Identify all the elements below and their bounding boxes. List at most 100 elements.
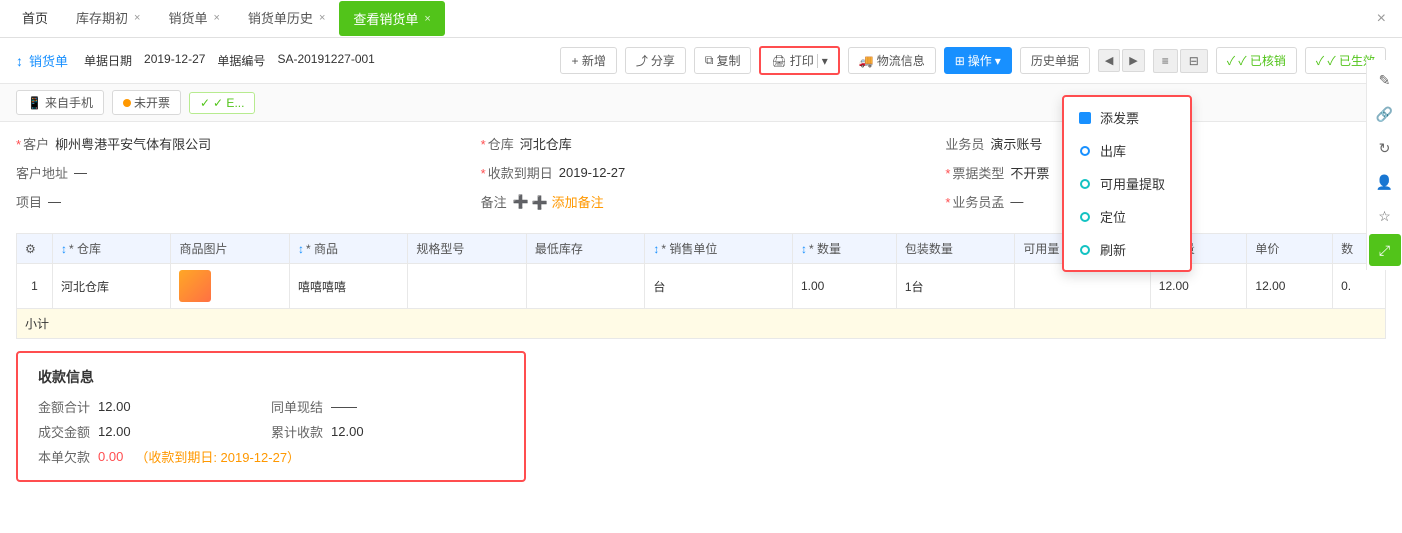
col-product: ↕* 商品	[289, 234, 407, 264]
tab-view-sales[interactable]: 查看销货单 ×	[339, 1, 444, 36]
row-spec	[408, 264, 526, 309]
col-unit: ↕* 销售单位	[645, 234, 793, 264]
note-field: 备注 ➕ ➕ 添加备注	[481, 192, 922, 211]
sidebar-person-icon[interactable]: 👤	[1369, 166, 1401, 198]
operate-dropdown-arrow[interactable]: ▾	[995, 54, 1001, 68]
sales-order-icon: ↕	[16, 53, 23, 69]
list-view-button[interactable]: ≡	[1153, 49, 1178, 73]
customer-field: *客户 柳州粤港平安气体有限公司	[16, 134, 457, 153]
tab-bar: 首页 库存期初 × 销货单 × 销货单历史 × 查看销货单 × ×	[0, 0, 1402, 38]
row-product-img	[171, 264, 289, 309]
close-sales-order[interactable]: ×	[213, 12, 219, 24]
transaction-amount-label: 成交金额	[38, 422, 90, 441]
dropdown-available-qty[interactable]: 可用量提取	[1064, 167, 1190, 200]
share-button[interactable]: ⤴ 分享	[625, 47, 686, 74]
sidebar-rotate-icon[interactable]: ↻	[1369, 132, 1401, 164]
warehouse-value: 河北仓库	[520, 134, 572, 153]
this-order-due-value: 0.00	[98, 449, 123, 464]
payment-rows: 金额合计 12.00 同单现结 —— 成交金额 12.00 累计收款 12.00…	[38, 397, 504, 466]
cumulative-payment-item: 累计收款 12.00	[271, 422, 504, 441]
customer-label: *客户	[16, 134, 49, 153]
doc-title-section: ↕ 销货单 单据日期 2019-12-27 单据编号 SA-20191227-0…	[16, 51, 560, 70]
number-label: 单据编号	[217, 52, 265, 69]
dropdown-refresh[interactable]: 刷新	[1064, 233, 1190, 266]
dropdown-add-invoice[interactable]: 添发票	[1064, 101, 1190, 134]
sidebar-link-icon[interactable]: 🔗	[1369, 98, 1401, 130]
row-unit-price: 12.00	[1247, 264, 1333, 309]
from-phone-button[interactable]: 📱 来自手机	[16, 90, 104, 115]
copy-button[interactable]: ⧉ 复制	[694, 47, 752, 74]
address-field: 客户地址 —	[16, 163, 457, 182]
operate-button[interactable]: ⊞ 操作 ▾	[944, 47, 1012, 74]
new-button[interactable]: + 新增	[560, 47, 616, 74]
grid-view-button[interactable]: ⊟	[1180, 49, 1208, 73]
refresh-icon	[1078, 243, 1092, 257]
locate-icon	[1078, 210, 1092, 224]
date-label: 单据日期	[84, 52, 132, 69]
sidebar-expand-icon[interactable]: ⤢	[1369, 234, 1401, 266]
print-dropdown-arrow[interactable]: ▾	[817, 54, 828, 68]
tab-sales-history[interactable]: 销货单历史 ×	[234, 0, 339, 37]
prev-button[interactable]: ◀	[1098, 49, 1120, 72]
print-button[interactable]: 🖨 打印 ▾	[759, 46, 839, 75]
global-close-button[interactable]: ×	[1369, 10, 1394, 28]
staff-value: 演示账号	[990, 134, 1042, 153]
print-icon: 🖨	[771, 54, 786, 68]
project-label: 项目	[16, 192, 42, 211]
col-quantity: ↕* 数量	[792, 234, 896, 264]
copy-icon: ⧉	[705, 53, 714, 68]
col-warehouse: ↕* 仓库	[53, 234, 171, 264]
add-note-button[interactable]: ➕ ➕ 添加备注	[513, 192, 604, 211]
payment-title: 收款信息	[38, 367, 504, 387]
col-product-img: 商品图片	[171, 234, 289, 264]
close-view-sales[interactable]: ×	[424, 13, 430, 25]
ticket-type-label: *票据类型	[945, 163, 1004, 182]
sidebar-star-icon[interactable]: ☆	[1369, 200, 1401, 232]
subtotal-row: 小计	[17, 309, 1386, 339]
history-button[interactable]: 历史单据	[1020, 47, 1090, 74]
tab-sales-order[interactable]: 销货单 ×	[154, 0, 233, 37]
col-unit-price: 单价	[1247, 234, 1333, 264]
transaction-amount-value: 12.00	[98, 424, 131, 439]
logistics-button[interactable]: 🚚 物流信息	[848, 47, 936, 74]
dropdown-locate[interactable]: 定位	[1064, 200, 1190, 233]
warehouse-label: *仓库	[481, 134, 514, 153]
cancelled-button[interactable]: ✓ ✓ 已核销	[1216, 47, 1297, 74]
note-label: 备注	[481, 192, 507, 211]
dropdown-ship-out[interactable]: 出库	[1064, 134, 1190, 167]
doc-type-label: 销货单	[29, 51, 68, 70]
row-amount: 0.	[1333, 264, 1386, 309]
warehouse-field: *仓库 河北仓库	[481, 134, 922, 153]
cumulative-payment-label: 累计收款	[271, 422, 323, 441]
salesperson-value: —	[1010, 194, 1023, 209]
due-date-field: *收款到期日 2019-12-27	[481, 163, 922, 182]
row-unit: 台	[645, 264, 793, 309]
doc-header: ↕ 销货单 单据日期 2019-12-27 单据编号 SA-20191227-0…	[0, 38, 1402, 84]
nav-arrows: ◀ ▶	[1098, 49, 1145, 72]
salesperson-label: *业务员孟	[945, 192, 1004, 211]
operate-dropdown: 添发票 出库 可用量提取 定位 刷新	[1062, 95, 1192, 272]
same-order-item: 同单现结 ——	[271, 397, 504, 416]
address-value: —	[74, 165, 87, 180]
total-amount-item: 金额合计 12.00	[38, 397, 271, 416]
customer-value: 柳州粤港平安气体有限公司	[55, 134, 211, 153]
due-row: 本单欠款 0.00 （收款到期日: 2019-12-27）	[38, 447, 504, 466]
project-field: 项目 —	[16, 192, 457, 211]
tab-home[interactable]: 首页	[8, 0, 62, 37]
close-sales-history[interactable]: ×	[319, 12, 325, 24]
not-open-button[interactable]: 未开票	[112, 90, 181, 115]
check-e-button[interactable]: ✓ ✓ E...	[189, 92, 255, 114]
tab-inventory-init[interactable]: 库存期初 ×	[62, 0, 154, 37]
row-quantity: 1.00	[792, 264, 896, 309]
total-amount-value: 12.00	[98, 399, 131, 414]
total-amount-label: 金额合计	[38, 397, 90, 416]
col-spec: 规格型号	[408, 234, 526, 264]
add-invoice-icon	[1078, 111, 1092, 125]
doc-icon-title: ↕ 销货单	[16, 51, 68, 70]
staff-label: 业务员	[945, 134, 984, 153]
sidebar-edit-icon[interactable]: ✎	[1369, 64, 1401, 96]
close-inventory-init[interactable]: ×	[134, 12, 140, 24]
next-button[interactable]: ▶	[1122, 49, 1144, 72]
col-settings[interactable]: ⚙	[17, 234, 53, 264]
doc-actions: + 新增 ⤴ 分享 ⧉ 复制 🖨 打印 ▾ 🚚 物流信息 ⊞ 操作 ▾	[560, 46, 1386, 75]
